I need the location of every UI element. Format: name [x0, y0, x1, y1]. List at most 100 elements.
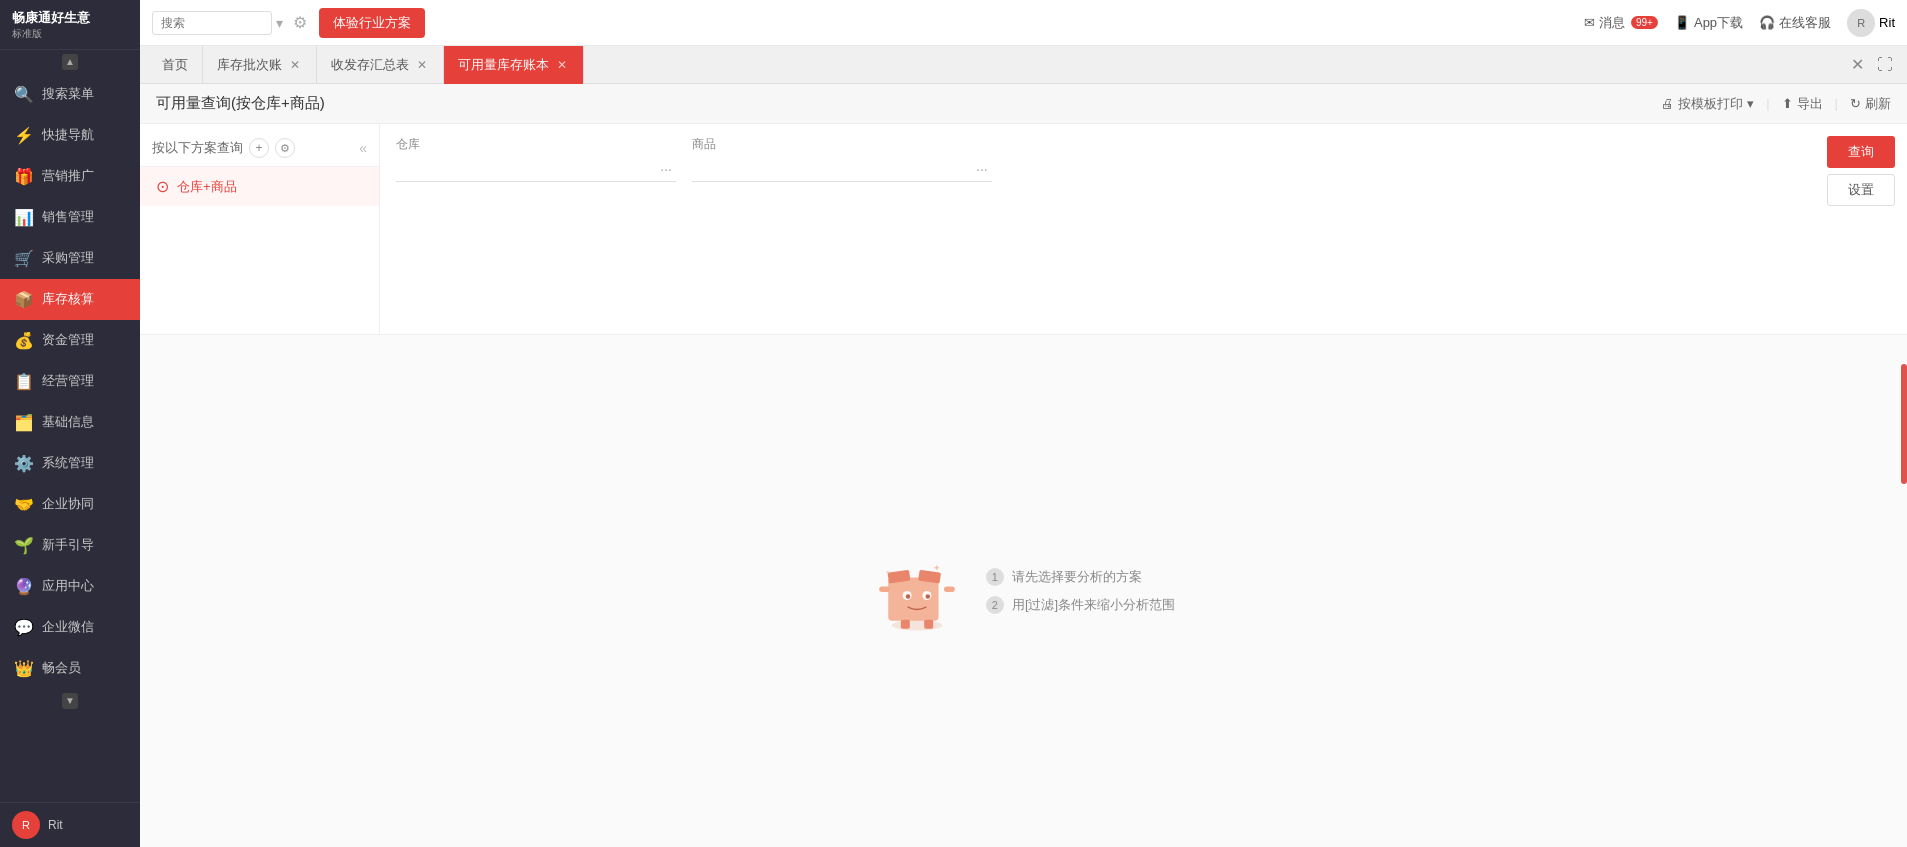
- empty-tips: 1 请先选择要分析的方案 2 用[过滤]条件来缩小分析范围: [986, 568, 1175, 614]
- tab-receipt-summary-label: 收发存汇总表: [331, 56, 409, 74]
- warehouse-label: 仓库: [396, 136, 676, 153]
- sidebar-item-basic[interactable]: 🗂️ 基础信息: [0, 402, 140, 443]
- print-template-btn[interactable]: 🖨 按模板打印 ▾: [1661, 95, 1754, 113]
- tab-available-qty[interactable]: 可用量库存账本 ✕: [444, 46, 584, 84]
- export-btn[interactable]: ⬆ 导出: [1782, 95, 1823, 113]
- sidebar-item-label: 销售管理: [42, 208, 94, 226]
- right-scrollbar[interactable]: [1901, 364, 1907, 484]
- sidebar-item-purchase[interactable]: 🛒 采购管理: [0, 238, 140, 279]
- filter-row-1: 仓库 ··· 商品 ···: [396, 136, 1811, 182]
- svg-rect-11: [924, 620, 933, 629]
- warehouse-select-btn[interactable]: ···: [656, 161, 676, 177]
- operation-icon: 📋: [14, 372, 34, 391]
- online-service-btn[interactable]: 🎧 在线客服: [1759, 14, 1831, 32]
- sidebar-item-label: 基础信息: [42, 413, 94, 431]
- scheme-warehouse-product[interactable]: ⊙ 仓库+商品: [140, 167, 379, 206]
- phone-icon: 📱: [1674, 15, 1690, 30]
- settings-scheme-btn[interactable]: ⚙: [275, 138, 295, 158]
- industry-solution-button[interactable]: 体验行业方案: [319, 8, 425, 38]
- sidebar-item-label: 系统管理: [42, 454, 94, 472]
- app-download-btn[interactable]: 📱 App下载: [1674, 14, 1743, 32]
- sidebar-item-label: 快捷导航: [42, 126, 94, 144]
- tab-available-qty-close[interactable]: ✕: [555, 58, 569, 72]
- sidebar-item-label: 搜索菜单: [42, 85, 94, 103]
- tab-home[interactable]: 首页: [148, 46, 203, 84]
- search-dropdown-icon[interactable]: ▾: [276, 15, 283, 31]
- sidebar-item-system[interactable]: ⚙️ 系统管理: [0, 443, 140, 484]
- sidebar-item-label: 企业微信: [42, 618, 94, 636]
- refresh-btn[interactable]: ↻ 刷新: [1850, 95, 1891, 113]
- marketing-icon: 🎁: [14, 167, 34, 186]
- divider2: |: [1835, 96, 1838, 111]
- svg-rect-8: [879, 587, 890, 592]
- tip-num-2: 2: [986, 596, 1004, 614]
- svg-rect-9: [944, 587, 955, 592]
- topbar-search-area: ▾: [152, 11, 283, 35]
- message-btn[interactable]: ✉ 消息 99+: [1584, 14, 1658, 32]
- warehouse-filter: 仓库 ···: [396, 136, 676, 182]
- warehouse-input[interactable]: [396, 162, 656, 177]
- system-icon: ⚙️: [14, 454, 34, 473]
- message-label: 消息: [1599, 14, 1625, 32]
- sidebar-item-finance[interactable]: 💰 资金管理: [0, 320, 140, 361]
- sidebar-item-label: 采购管理: [42, 249, 94, 267]
- tab-receipt-summary-close[interactable]: ✕: [415, 58, 429, 72]
- sidebar-item-newguide[interactable]: 🌱 新手引导: [0, 525, 140, 566]
- sidebar-item-label: 经营管理: [42, 372, 94, 390]
- inventory-icon: 📦: [14, 290, 34, 309]
- product-input[interactable]: [692, 162, 972, 177]
- topbar-username: Rit: [1879, 15, 1895, 30]
- username-label: Rit: [48, 818, 63, 832]
- empty-tip-2: 2 用[过滤]条件来缩小分析范围: [986, 596, 1175, 614]
- message-badge: 99+: [1631, 16, 1658, 29]
- user-avatar-area[interactable]: R Rit: [1847, 9, 1895, 37]
- query-area: 按以下方案查询 + ⚙ « ⊙ 仓库+商品 仓库: [140, 124, 1907, 334]
- newguide-icon: 🌱: [14, 536, 34, 555]
- scheme-collapse-btn[interactable]: «: [359, 140, 367, 156]
- tabbar-expand-btn[interactable]: ⛶: [1871, 51, 1899, 79]
- sidebar-item-inventory[interactable]: 📦 库存核算: [0, 279, 140, 320]
- action-buttons: 查询 设置: [1827, 124, 1907, 334]
- product-select-btn[interactable]: ···: [972, 161, 992, 177]
- sidebar-item-wechat[interactable]: 💬 企业微信: [0, 607, 140, 648]
- settings-button[interactable]: 设置: [1827, 174, 1895, 206]
- export-label: 导出: [1797, 95, 1823, 113]
- page-header: 可用量查询(按仓库+商品) 🖨 按模板打印 ▾ | ⬆ 导出 | ↻ 刷新: [140, 84, 1907, 124]
- sidebar-item-shortcut[interactable]: ⚡ 快捷导航: [0, 115, 140, 156]
- scheme-item-label: 仓库+商品: [177, 178, 237, 196]
- sidebar-item-cooperation[interactable]: 🤝 企业协同: [0, 484, 140, 525]
- svg-text:✦: ✦: [884, 568, 890, 577]
- product-label: 商品: [692, 136, 992, 153]
- empty-state-content: ✦ ✦ 1 请先选择要分析的方案 2 用[过滤]条件来缩小分析范围: [872, 546, 1175, 636]
- tab-receipt-summary[interactable]: 收发存汇总表 ✕: [317, 46, 444, 84]
- tabbar-close-btn[interactable]: ✕: [1843, 51, 1871, 79]
- scheme-panel-header: 按以下方案查询 + ⚙ «: [140, 134, 379, 167]
- tab-batch-account-close[interactable]: ✕: [288, 58, 302, 72]
- query-button[interactable]: 查询: [1827, 136, 1895, 168]
- add-scheme-btn[interactable]: +: [249, 138, 269, 158]
- scroll-down-btn[interactable]: ▼: [62, 693, 78, 709]
- topbar-right-actions: ✉ 消息 99+ 📱 App下载 🎧 在线客服 R Rit: [1584, 9, 1895, 37]
- basic-icon: 🗂️: [14, 413, 34, 432]
- sidebar-item-appcenter[interactable]: 🔮 应用中心: [0, 566, 140, 607]
- sidebar-item-member[interactable]: 👑 畅会员: [0, 648, 140, 689]
- sidebar-item-search[interactable]: 🔍 搜索菜单: [0, 74, 140, 115]
- print-dropdown-icon[interactable]: ▾: [1747, 96, 1754, 111]
- sidebar-item-sales[interactable]: 📊 销售管理: [0, 197, 140, 238]
- tab-home-label: 首页: [162, 56, 188, 74]
- sales-icon: 📊: [14, 208, 34, 227]
- scroll-up-btn[interactable]: ▲: [62, 54, 78, 70]
- empty-illustration: ✦ ✦: [872, 546, 962, 636]
- settings-gear-icon[interactable]: ⚙: [293, 13, 307, 32]
- sidebar-item-label: 库存核算: [42, 290, 94, 308]
- user-profile[interactable]: R Rit: [0, 802, 140, 847]
- tab-batch-account[interactable]: 库存批次账 ✕: [203, 46, 317, 84]
- sidebar-item-marketing[interactable]: 🎁 营销推广: [0, 156, 140, 197]
- sidebar-item-operation[interactable]: 📋 经营管理: [0, 361, 140, 402]
- scheme-panel: 按以下方案查询 + ⚙ « ⊙ 仓库+商品: [140, 124, 380, 334]
- refresh-label: 刷新: [1865, 95, 1891, 113]
- warehouse-input-wrap: ···: [396, 157, 676, 182]
- topbar: ▾ ⚙ 体验行业方案 ✉ 消息 99+ 📱 App下载 🎧 在线客服 R Rit: [140, 0, 1907, 46]
- search-input[interactable]: [152, 11, 272, 35]
- member-icon: 👑: [14, 659, 34, 678]
